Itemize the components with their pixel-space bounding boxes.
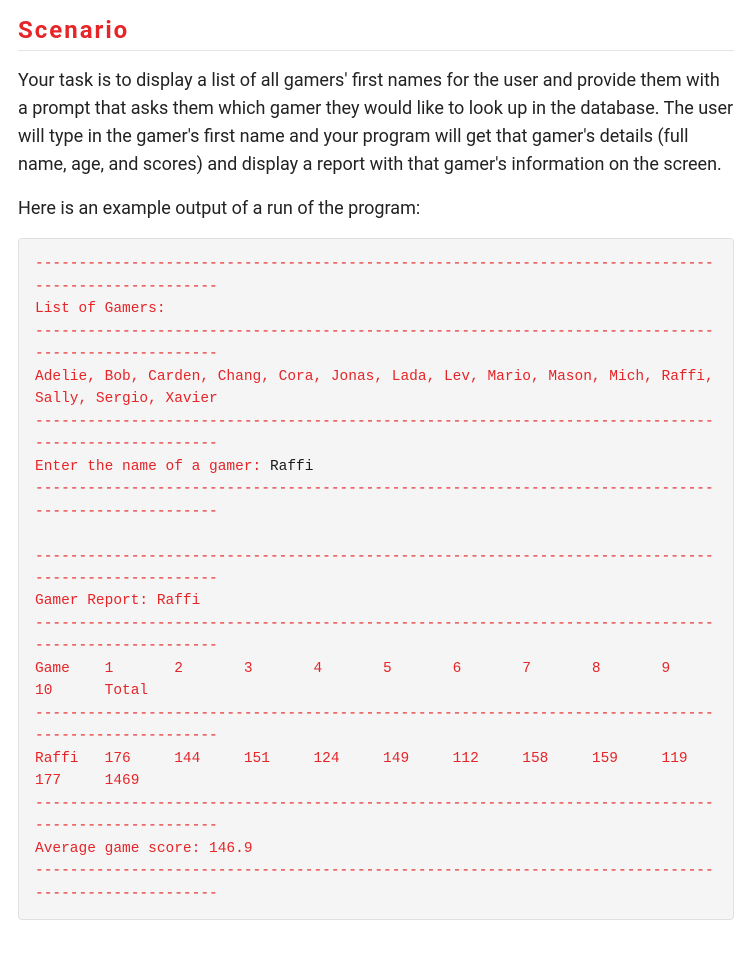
sep: ----------------------------------------… bbox=[35, 256, 714, 294]
prompt-text: Enter the name of a gamer: bbox=[35, 459, 270, 475]
section-heading: Scenario bbox=[18, 16, 734, 51]
table-row: Raffi 176 144 151 124 149 112 158 159 11… bbox=[35, 751, 731, 789]
user-input: Raffi bbox=[270, 459, 314, 475]
sep: ----------------------------------------… bbox=[35, 616, 714, 654]
list-header: List of Gamers: bbox=[35, 301, 166, 317]
table-header: Game 1 2 3 4 5 6 7 8 9 10 Total bbox=[35, 661, 731, 699]
sep: ----------------------------------------… bbox=[35, 414, 714, 452]
sep: ----------------------------------------… bbox=[35, 863, 714, 901]
sep: ----------------------------------------… bbox=[35, 706, 714, 744]
sep: ----------------------------------------… bbox=[35, 796, 714, 834]
sep: ----------------------------------------… bbox=[35, 549, 714, 587]
gamer-names: Adelie, Bob, Carden, Chang, Cora, Jonas,… bbox=[35, 369, 722, 407]
intro-paragraph: Your task is to display a list of all ga… bbox=[18, 67, 734, 179]
example-output-block: ----------------------------------------… bbox=[18, 238, 734, 920]
average-line: Average game score: 146.9 bbox=[35, 841, 253, 857]
sep: ----------------------------------------… bbox=[35, 324, 714, 362]
report-header: Gamer Report: Raffi bbox=[35, 593, 200, 609]
sep: ----------------------------------------… bbox=[35, 481, 714, 519]
example-lead: Here is an example output of a run of th… bbox=[18, 195, 734, 223]
